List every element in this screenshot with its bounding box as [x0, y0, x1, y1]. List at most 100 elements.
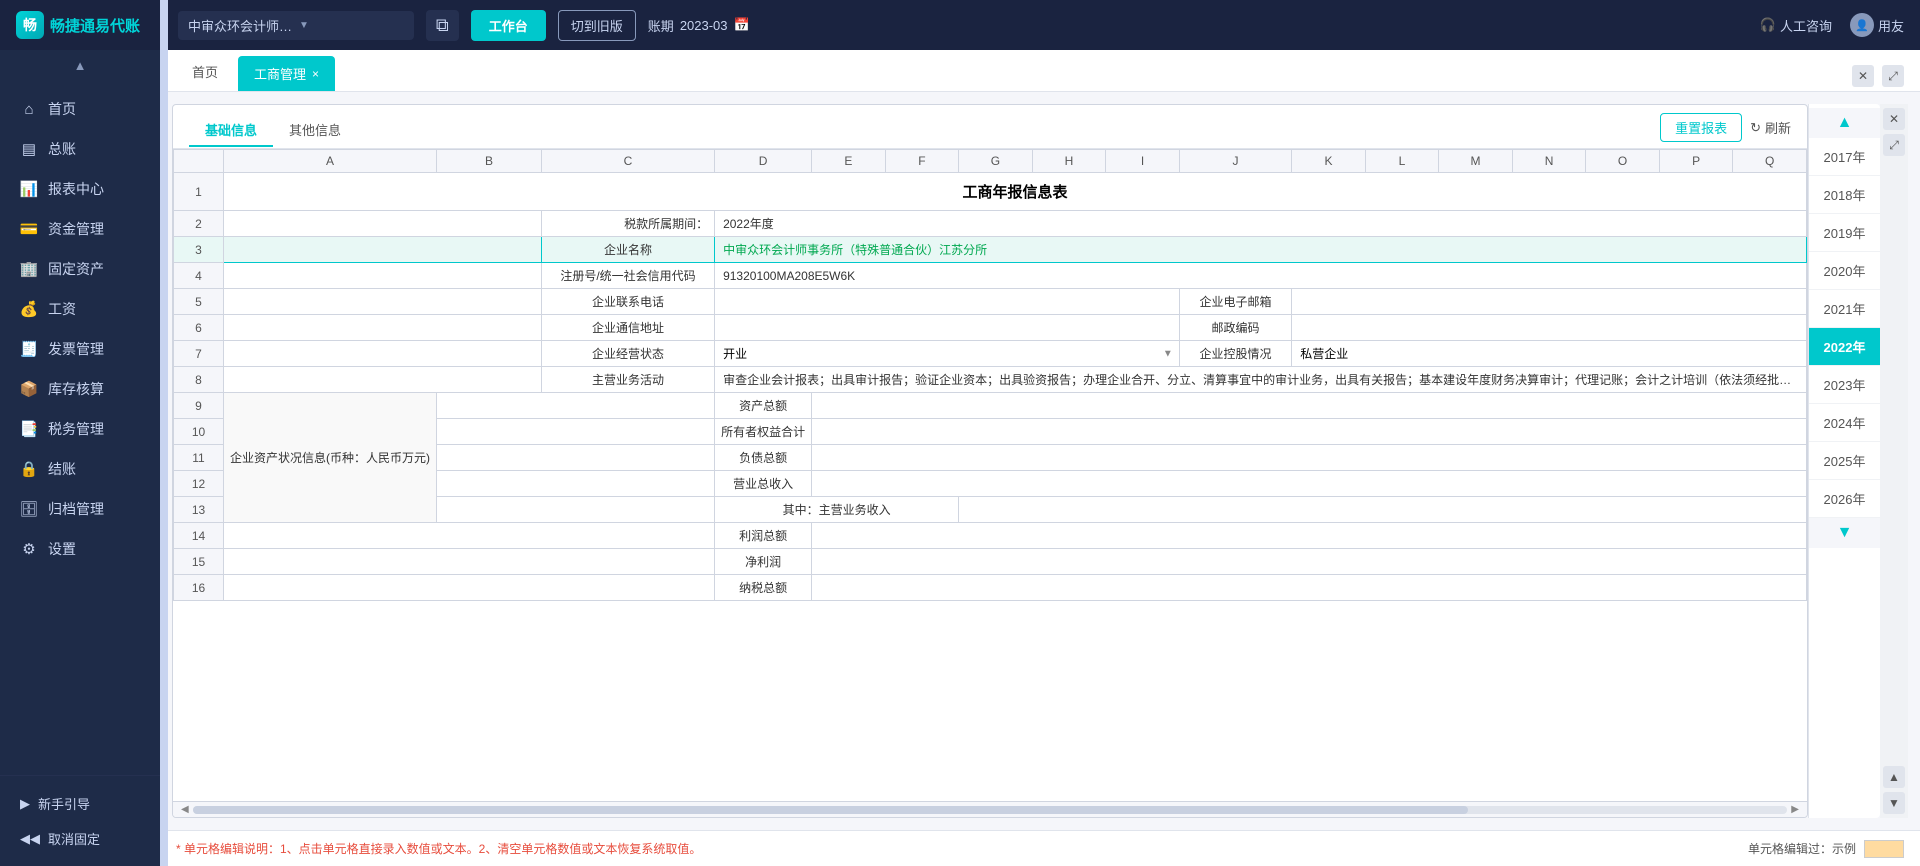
cell-15a — [224, 549, 715, 575]
calendar-icon[interactable]: 📅 — [734, 17, 750, 33]
year-2019[interactable]: 2019年 — [1809, 214, 1880, 252]
sidebar-scroll-up[interactable]: ▲ — [0, 50, 160, 81]
year-2024[interactable]: 2024年 — [1809, 404, 1880, 442]
user-menu[interactable]: 👤 用友 — [1850, 13, 1904, 37]
row-num-2: 2 — [174, 211, 224, 237]
year-2017[interactable]: 2017年 — [1809, 138, 1880, 176]
year-2020[interactable]: 2020年 — [1809, 252, 1880, 290]
sidebar-item-ledger[interactable]: ▤ 总账 — [0, 129, 160, 169]
cell-5k[interactable] — [1292, 289, 1807, 315]
tab-home[interactable]: 首页 — [176, 54, 234, 91]
sidebar-item-unpin[interactable]: ◀◀ 取消固定 — [0, 821, 160, 856]
sub-tab-other[interactable]: 其他信息 — [273, 114, 357, 147]
cell-2c: 税款所属期间： — [541, 211, 714, 237]
horizontal-scrollbar[interactable]: ◀ ▶ — [173, 801, 1807, 817]
table-row: 16 纳税总额 — [174, 575, 1807, 601]
cell-7d[interactable]: 开业 ▼ — [715, 341, 1180, 367]
cell-13f[interactable] — [959, 497, 1807, 523]
panel-collapse-up-button[interactable]: ▲ — [1883, 766, 1905, 788]
cell-7k[interactable]: 私营企业 — [1292, 341, 1807, 367]
bottom-right: 单元格编辑过：示例 — [1748, 840, 1904, 858]
year-2018[interactable]: 2018年 — [1809, 176, 1880, 214]
refresh-icon: ↻ — [1750, 120, 1761, 136]
row-num-3: 3 — [174, 237, 224, 263]
reset-report-button[interactable]: 重置报表 — [1660, 113, 1742, 142]
tab-gongshang[interactable]: 工商管理 × — [238, 56, 335, 91]
help-button[interactable]: 🎧 人工咨询 — [1760, 16, 1832, 35]
sidebar-item-inventory[interactable]: 📦 库存核算 — [0, 369, 160, 409]
row-num-13: 13 — [174, 497, 224, 523]
spreadsheet-wrapper[interactable]: A B C D E F G H I J — [173, 149, 1807, 801]
sidebar-item-salary[interactable]: 💰 工资 — [0, 289, 160, 329]
tab-close-button[interactable]: × — [312, 67, 319, 81]
panel-close-button[interactable]: ✕ — [1883, 108, 1905, 130]
old-version-button[interactable]: 切到旧版 — [558, 10, 636, 41]
col-q: Q — [1733, 150, 1807, 173]
sidebar-label-ledger: 总账 — [48, 139, 76, 159]
cell-3d[interactable]: 中审众环会计师事务所（特殊普通合伙）江苏分所 — [715, 237, 1807, 263]
refresh-label: 刷新 — [1765, 118, 1791, 137]
scroll-left-button[interactable]: ◀ — [177, 804, 193, 815]
year-2022[interactable]: 2022年 — [1809, 328, 1880, 366]
sidebar-item-report[interactable]: 📊 报表中心 — [0, 169, 160, 209]
panel-collapse-down-button[interactable]: ▼ — [1883, 792, 1905, 814]
sidebar-item-newbie[interactable]: ▶ 新手引导 — [0, 786, 160, 821]
year-nav-up-button[interactable]: ▲ — [1809, 108, 1880, 138]
scroll-thumb[interactable] — [193, 806, 1469, 814]
sidebar-item-asset[interactable]: 🏢 固定资产 — [0, 249, 160, 289]
cell-15c: 净利润 — [715, 549, 812, 575]
cell-12d[interactable] — [812, 471, 1807, 497]
year-2026[interactable]: 2026年 — [1809, 480, 1880, 518]
cell-9d[interactable] — [812, 393, 1807, 419]
sidebar-item-archive[interactable]: 🗄 归档管理 — [0, 489, 160, 529]
cell-16d[interactable] — [812, 575, 1807, 601]
workbench-button[interactable]: 工作台 — [471, 10, 546, 41]
table-row: 9 企业资产状况信息(币种：人民币万元) 资产总额 — [174, 393, 1807, 419]
row-num-4: 4 — [174, 263, 224, 289]
cell-11d[interactable] — [812, 445, 1807, 471]
sidebar-item-close[interactable]: 🔒 结账 — [0, 449, 160, 489]
col-g: G — [959, 150, 1033, 173]
panel-expand-button[interactable]: ⤢ — [1883, 134, 1905, 156]
cell-2d[interactable]: 2022年度 — [715, 211, 1807, 237]
cell-13c: 其中：主营业务收入 — [715, 497, 959, 523]
cell-15d[interactable] — [812, 549, 1807, 575]
sidebar-item-fund[interactable]: 💳 资金管理 — [0, 209, 160, 249]
cell-9b — [437, 393, 715, 419]
report-icon: 📊 — [20, 180, 38, 198]
year-2021[interactable]: 2021年 — [1809, 290, 1880, 328]
year-2025[interactable]: 2025年 — [1809, 442, 1880, 480]
topbar: 畅 畅捷通易代账 中审众环会计师事务所（特殊普通合伙... ▼ ⧉ 工作台 切到… — [0, 0, 1920, 50]
copy-button[interactable]: ⧉ — [426, 10, 459, 41]
sidebar-label-tax: 税务管理 — [48, 419, 104, 439]
sidebar-item-settings[interactable]: ⚙ 设置 — [0, 529, 160, 569]
sub-tabs: 基础信息 其他信息 重置报表 ↻ 刷新 — [173, 105, 1807, 149]
col-f: F — [885, 150, 959, 173]
cell-14d[interactable] — [812, 523, 1807, 549]
col-b: B — [437, 150, 542, 173]
year-2023[interactable]: 2023年 — [1809, 366, 1880, 404]
sub-tab-basic[interactable]: 基础信息 — [189, 114, 273, 147]
year-nav-down-button[interactable]: ▼ — [1809, 518, 1880, 548]
sidebar-item-home[interactable]: ⌂ 首页 — [0, 89, 160, 129]
cell-6d[interactable] — [715, 315, 1180, 341]
cell-8d[interactable]: 审查企业会计报表；出具审计报告；验证企业资本；出具验资报告；办理企业合开、分立、… — [715, 367, 1807, 393]
logo-text: 畅捷通易代账 — [50, 15, 140, 36]
sidebar-item-tax[interactable]: 📑 税务管理 — [0, 409, 160, 449]
cell-10d[interactable] — [812, 419, 1807, 445]
refresh-button[interactable]: ↻ 刷新 — [1750, 118, 1791, 137]
close-accounts-icon: 🔒 — [20, 460, 38, 478]
title-cell[interactable]: 工商年报信息表 — [224, 173, 1807, 211]
sidebar-item-invoice[interactable]: 🧾 发票管理 — [0, 329, 160, 369]
table-row: 4 注册号/统一社会信用代码 91320100MA208E5W6K — [174, 263, 1807, 289]
cell-5d[interactable] — [715, 289, 1180, 315]
tab-expand-button[interactable]: ⤢ — [1882, 65, 1904, 87]
cell-6k[interactable] — [1292, 315, 1807, 341]
tab-close-all-button[interactable]: ✕ — [1852, 65, 1874, 87]
company-selector[interactable]: 中审众环会计师事务所（特殊普通合伙... ▼ — [178, 11, 414, 40]
cell-3c: 企业名称 — [541, 237, 714, 263]
scroll-track[interactable] — [193, 806, 1788, 814]
salary-icon: 💰 — [20, 300, 38, 318]
cell-4d[interactable]: 91320100MA208E5W6K — [715, 263, 1807, 289]
scroll-right-button[interactable]: ▶ — [1787, 804, 1803, 815]
